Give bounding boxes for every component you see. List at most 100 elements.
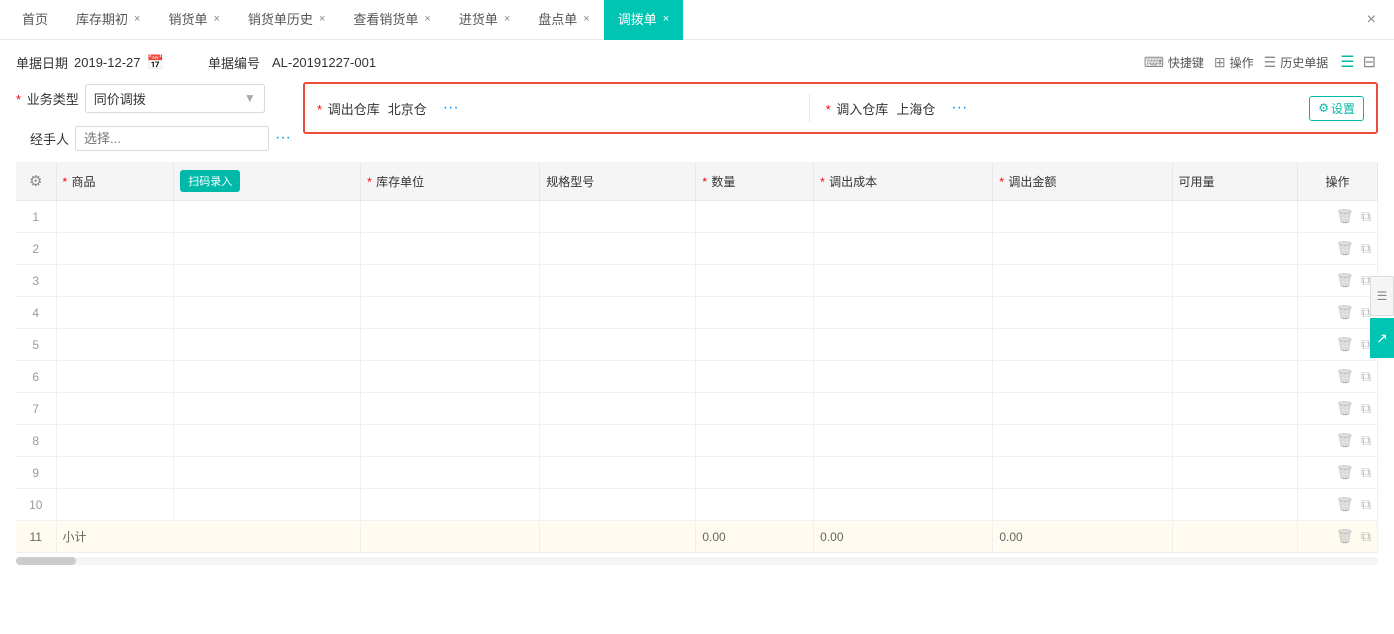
window-close-button[interactable]: ×	[1357, 11, 1386, 29]
row-delete-icon[interactable]: 🗑	[1336, 272, 1354, 288]
table-cell-scan	[174, 425, 361, 457]
wh-setting-btn[interactable]: ⚙ 设置	[1309, 96, 1364, 121]
tab-inventory[interactable]: 盘点单 ×	[524, 0, 603, 40]
gear-icon: ⚙	[1318, 101, 1329, 115]
subtotal-empty1	[361, 521, 540, 553]
table-cell-qty	[696, 489, 814, 521]
table-cell-cost	[814, 361, 993, 393]
table-row-num: 4	[16, 297, 56, 329]
table-cell-unit	[361, 425, 540, 457]
row-delete-icon[interactable]: 🗑	[1336, 432, 1354, 448]
table-cell-product[interactable]	[56, 361, 174, 393]
row-copy-icon[interactable]: ⧉	[1361, 368, 1371, 384]
row-copy-icon[interactable]: ⧉	[1361, 240, 1371, 256]
calendar-icon[interactable]: 📅	[147, 54, 164, 71]
doc-date-field: 单据日期 2019-12-27 📅	[16, 53, 164, 72]
row-copy-icon[interactable]: ⧉	[1361, 496, 1371, 512]
table-cell-product[interactable]	[56, 201, 174, 233]
table-cell-product[interactable]	[56, 297, 174, 329]
table-cell-unit	[361, 457, 540, 489]
row-copy-icon[interactable]: ⧉	[1361, 464, 1371, 480]
row-delete-icon[interactable]: 🗑	[1336, 240, 1354, 256]
table-cell-available	[1172, 297, 1297, 329]
table-cell-cost	[814, 425, 993, 457]
table-cell-product[interactable]	[56, 457, 174, 489]
in-wh-required: *	[826, 102, 831, 117]
row-delete-icon[interactable]: 🗑	[1336, 208, 1354, 224]
table-cell-amount	[993, 457, 1172, 489]
copy-icon[interactable]: ⧉	[1361, 528, 1371, 544]
doc-no-field: 单据编号 AL-20191227-001	[208, 53, 376, 72]
row-delete-icon[interactable]: 🗑	[1336, 336, 1354, 352]
th-qty-label: 数量	[711, 175, 735, 189]
float-list-btn[interactable]: ☰	[1370, 276, 1394, 316]
tab-inventory-init-close[interactable]: ×	[134, 13, 140, 25]
tab-view-sales[interactable]: 查看销货单 ×	[339, 0, 444, 40]
table-cell-product[interactable]	[56, 329, 174, 361]
table-cell-qty	[696, 329, 814, 361]
ops-btn[interactable]: ⊞ 操作	[1214, 54, 1254, 71]
table-cell-product[interactable]	[56, 489, 174, 521]
row-copy-icon[interactable]: ⧉	[1361, 208, 1371, 224]
row-copy-icon[interactable]: ⧉	[1361, 400, 1371, 416]
tab-sales-history-label: 销货单历史	[248, 9, 313, 28]
table-cell-product[interactable]	[56, 393, 174, 425]
biz-type-select[interactable]: 同价调拨 ▼	[85, 84, 265, 113]
table-cell-unit	[361, 329, 540, 361]
scroll-bar-area[interactable]	[16, 557, 1378, 565]
shortcut-btn[interactable]: ⌨ 快捷键	[1144, 54, 1204, 71]
table-cell-ops: 🗑 ⧉	[1298, 329, 1378, 361]
row-delete-icon[interactable]: 🗑	[1336, 496, 1354, 512]
tab-home[interactable]: 首页	[8, 0, 62, 40]
out-warehouse-dots[interactable]: ···	[443, 99, 459, 117]
in-warehouse-dots[interactable]: ···	[951, 99, 967, 117]
subtotal-amount: 0.00	[993, 521, 1172, 553]
tab-purchase[interactable]: 进货单 ×	[445, 0, 524, 40]
row-copy-icon[interactable]: ⧉	[1361, 432, 1371, 448]
out-warehouse-field: * 调出仓库 北京仓 ···	[317, 99, 793, 118]
out-wh-required: *	[317, 102, 322, 117]
tab-sales-history-close[interactable]: ×	[319, 13, 325, 25]
table-cell-amount	[993, 265, 1172, 297]
tab-transfer[interactable]: 调拨单 ×	[604, 0, 683, 40]
row-delete-icon[interactable]: 🗑	[1336, 464, 1354, 480]
table-cell-available	[1172, 489, 1297, 521]
table-cell-product[interactable]	[56, 233, 174, 265]
handler-dots[interactable]: ···	[275, 129, 291, 147]
table-cell-spec	[540, 425, 696, 457]
table-cell-unit	[361, 489, 540, 521]
row-delete-icon[interactable]: 🗑	[1336, 368, 1354, 384]
handler-label: 经手人	[30, 129, 69, 148]
table-cell-product[interactable]	[56, 265, 174, 297]
tab-view-sales-close[interactable]: ×	[424, 13, 430, 25]
table-settings-gear-icon[interactable]: ⚙	[29, 173, 42, 190]
layout-grid-btn[interactable]: ⊟	[1361, 50, 1378, 74]
history-label: 历史单据	[1280, 54, 1328, 71]
handler-input[interactable]	[75, 126, 269, 151]
row-delete-icon[interactable]: 🗑	[1336, 304, 1354, 320]
subtotal-ops: 🗑 ⧉	[1298, 521, 1378, 553]
scan-btn[interactable]: 扫码录入	[180, 170, 240, 192]
tab-sales-close[interactable]: ×	[213, 13, 219, 25]
handler-row: 经手人 ···	[16, 122, 291, 154]
th-settings: ⚙	[16, 162, 56, 201]
tab-transfer-close[interactable]: ×	[663, 13, 669, 25]
tab-sales[interactable]: 销货单 ×	[154, 0, 233, 40]
tab-inventory-init[interactable]: 库存期初 ×	[62, 0, 154, 40]
delete-icon[interactable]: 🗑	[1336, 528, 1354, 544]
in-warehouse-label: * 调入仓库	[826, 99, 889, 118]
history-btn[interactable]: ☰ 历史单据	[1264, 54, 1329, 71]
tab-inventory-close[interactable]: ×	[583, 13, 589, 25]
tab-purchase-close[interactable]: ×	[504, 13, 510, 25]
tab-sales-history[interactable]: 销货单历史 ×	[234, 0, 339, 40]
toolbar-right: ⌨ 快捷键 ⊞ 操作 ☰ 历史单据 ☰ ⊟	[1144, 50, 1378, 74]
float-expand-btn[interactable]: ↗	[1370, 318, 1394, 358]
tab-home-label: 首页	[22, 9, 48, 28]
th-unit: * 库存单位	[361, 162, 540, 201]
table-cell-available	[1172, 393, 1297, 425]
layout-list-btn[interactable]: ☰	[1338, 50, 1356, 74]
table-cell-product[interactable]	[56, 425, 174, 457]
row-delete-icon[interactable]: 🗑	[1336, 400, 1354, 416]
table-cell-cost	[814, 265, 993, 297]
table-cell-scan	[174, 329, 361, 361]
